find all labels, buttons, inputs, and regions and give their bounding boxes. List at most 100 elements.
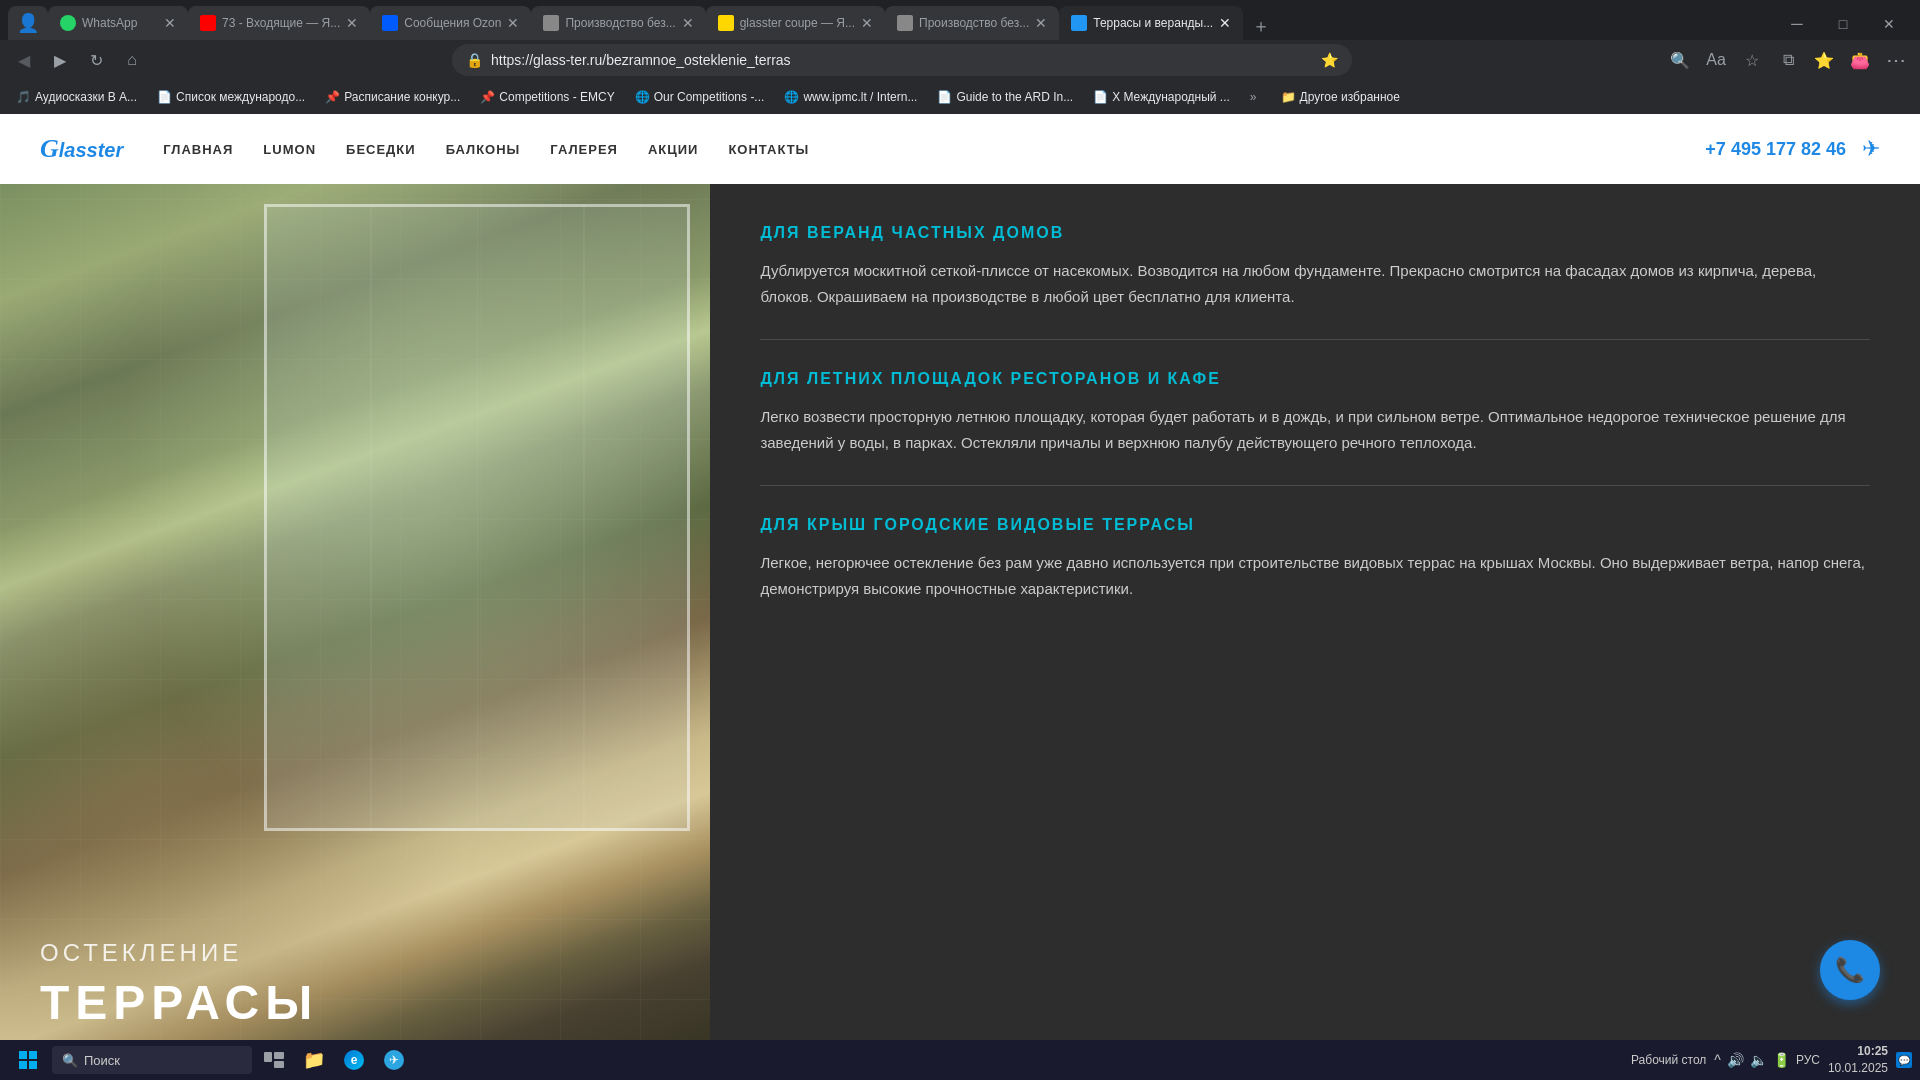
browser-chrome: 👤 WhatsApp ✕ 73 - Входящие — Я... ✕ Сооб… — [0, 0, 1920, 114]
maximize-button[interactable]: □ — [1820, 8, 1866, 40]
forward-button[interactable]: ▶ — [44, 44, 76, 76]
nav-lumon[interactable]: LUMON — [263, 142, 316, 157]
svg-rect-0 — [19, 1051, 27, 1059]
bookmark-ipmc[interactable]: 🌐 www.ipmc.lt / Intern... — [776, 86, 925, 108]
main-content-area: ОСТЕКЛЕНИЕ ТЕРРАСЫ ДЛЯ ВЕРАНД ЧАСТНЫХ ДО… — [0, 184, 1920, 1080]
bookmark-guide[interactable]: 📄 Guide to the ARD In... — [929, 86, 1081, 108]
browser-wallet-icon[interactable]: 👛 — [1844, 44, 1876, 76]
section-title-3: ДЛЯ КРЫШ ГОРОДСКИЕ ВИДОВЫЕ ТЕРРАСЫ — [760, 516, 1870, 534]
tab-close-glasster-ya[interactable]: ✕ — [861, 15, 873, 31]
hero-overlay-text: ОСТЕКЛЕНИЕ ТЕРРАСЫ — [40, 939, 670, 1030]
tab-whatsapp[interactable]: WhatsApp ✕ — [48, 6, 188, 40]
profile-tab[interactable]: 👤 — [8, 6, 48, 40]
hero-title: ТЕРРАСЫ — [40, 975, 670, 1030]
nav-gazebos[interactable]: БЕСЕДКИ — [346, 142, 416, 157]
new-tab-button[interactable]: ＋ — [1247, 12, 1275, 40]
section-private-homes: ДЛЯ ВЕРАНД ЧАСТНЫХ ДОМОВ Дублируется мос… — [760, 224, 1870, 309]
section-text-1: Дублируется москитной сеткой-плиссе от н… — [760, 258, 1870, 309]
taskbar-search-bar[interactable]: 🔍 Поиск — [52, 1046, 252, 1074]
split-view-icon[interactable]: ⧉ — [1772, 44, 1804, 76]
taskbar-edge[interactable]: e — [336, 1042, 372, 1078]
main-nav: ГЛАВНАЯ LUMON БЕСЕДКИ БАЛКОНЫ ГАЛЕРЕЯ АК… — [163, 142, 1705, 157]
tab-close-yandex[interactable]: ✕ — [346, 15, 358, 31]
taskbar-apps: 📁 e ✈ — [256, 1042, 412, 1078]
address-bar[interactable]: 🔒 https://glass-ter.ru/bezramnoe_ostekle… — [452, 44, 1352, 76]
tray-chevron-icon[interactable]: ^ — [1714, 1052, 1721, 1068]
float-call-button[interactable]: 📞 — [1820, 940, 1880, 1000]
site-logo[interactable]: Glasster — [40, 134, 123, 164]
tray-network-icon[interactable]: 🔊 — [1727, 1052, 1744, 1068]
divider-2 — [760, 485, 1870, 486]
svg-rect-2 — [19, 1061, 27, 1069]
tab-close-prod1[interactable]: ✕ — [682, 15, 694, 31]
section-text-2: Легко возвести просторную летнюю площадк… — [760, 404, 1870, 455]
tray-clock[interactable]: 10:25 10.01.2025 — [1828, 1043, 1888, 1077]
bookmark-spisok[interactable]: 📄 Список международо... — [149, 86, 313, 108]
tab-close-whatsapp[interactable]: ✕ — [164, 15, 176, 31]
back-button[interactable]: ◀ — [8, 44, 40, 76]
search-icon-btn[interactable]: 🔍 — [1664, 44, 1696, 76]
section-title-1: ДЛЯ ВЕРАНД ЧАСТНЫХ ДОМОВ — [760, 224, 1870, 242]
tray-icons: ^ 🔊 🔈 🔋 РУС — [1714, 1052, 1820, 1068]
minimize-button[interactable]: ─ — [1774, 8, 1820, 40]
nav-gallery[interactable]: ГАЛЕРЕЯ — [550, 142, 618, 157]
tray-lang[interactable]: РУС — [1796, 1053, 1820, 1067]
hero-image-panel: ОСТЕКЛЕНИЕ ТЕРРАСЫ — [0, 184, 710, 1080]
read-mode-icon[interactable]: Aa — [1700, 44, 1732, 76]
home-button[interactable]: ⌂ — [116, 44, 148, 76]
collections-icon[interactable]: ⭐ — [1808, 44, 1840, 76]
svg-rect-4 — [264, 1052, 272, 1062]
bookmark-mezhdunarodny[interactable]: 📄 X Международный ... — [1085, 86, 1238, 108]
nav-balconies[interactable]: БАЛКОНЫ — [446, 142, 521, 157]
more-menu-icon[interactable]: ⋯ — [1880, 44, 1912, 76]
section-restaurants: ДЛЯ ЛЕТНИХ ПЛОЩАДОК РЕСТОРАНОВ И КАФЕ Ле… — [760, 370, 1870, 455]
tray-label: Рабочий стол — [1631, 1053, 1706, 1067]
divider-1 — [760, 339, 1870, 340]
notification-icon[interactable]: 💬 — [1896, 1052, 1912, 1068]
svg-rect-1 — [29, 1051, 37, 1059]
taskbar-file-explorer[interactable]: 📁 — [296, 1042, 332, 1078]
section-title-2: ДЛЯ ЛЕТНИХ ПЛОЩАДОК РЕСТОРАНОВ И КАФЕ — [760, 370, 1870, 388]
svg-rect-6 — [274, 1061, 284, 1068]
tab-glasster-ya[interactable]: glasster coupe — Я... ✕ — [706, 6, 885, 40]
site-phone[interactable]: +7 495 177 82 46 — [1705, 139, 1846, 160]
favorites-icon[interactable]: ☆ — [1736, 44, 1768, 76]
bookmark-emcy[interactable]: 📌 Competitions - EMCY — [472, 86, 622, 108]
nav-promo[interactable]: АКЦИИ — [648, 142, 699, 157]
nav-home[interactable]: ГЛАВНАЯ — [163, 142, 233, 157]
info-content-panel: ДЛЯ ВЕРАНД ЧАСТНЫХ ДОМОВ Дублируется мос… — [710, 184, 1920, 1080]
tab-close-active[interactable]: ✕ — [1219, 15, 1231, 31]
taskbar-telegram[interactable]: ✈ — [376, 1042, 412, 1078]
tray-volume-icon[interactable]: 🔈 — [1750, 1052, 1767, 1068]
taskbar-task-view[interactable] — [256, 1042, 292, 1078]
svg-rect-5 — [274, 1052, 284, 1059]
section-text-3: Легкое, негорючее остекление без рам уже… — [760, 550, 1870, 601]
address-bar-row: ◀ ▶ ↻ ⌂ 🔒 https://glass-ter.ru/bezramnoe… — [0, 40, 1920, 80]
tab-prod1[interactable]: Производство без... ✕ — [531, 6, 705, 40]
address-text: https://glass-ter.ru/bezramnoe_ostekleni… — [491, 52, 1313, 68]
tab-prod2[interactable]: Производство без... ✕ — [885, 6, 1059, 40]
tab-close-ozon[interactable]: ✕ — [507, 15, 519, 31]
bookmarks-bar: 🎵 Аудиосказки В А... 📄 Список международ… — [0, 80, 1920, 114]
tab-ozon[interactable]: Сообщения Ozon ✕ — [370, 6, 531, 40]
tray-battery-icon[interactable]: 🔋 — [1773, 1052, 1790, 1068]
bookmarks-more-button[interactable]: » — [1242, 86, 1265, 108]
website: Glasster ГЛАВНАЯ LUMON БЕСЕДКИ БАЛКОНЫ Г… — [0, 114, 1920, 1080]
taskbar-search-text: Поиск — [84, 1053, 120, 1068]
nav-contacts[interactable]: КОНТАКТЫ — [728, 142, 809, 157]
bookmark-raspisanie[interactable]: 📌 Расписание конкур... — [317, 86, 468, 108]
tab-yandex[interactable]: 73 - Входящие — Я... ✕ — [188, 6, 370, 40]
close-button[interactable]: ✕ — [1866, 8, 1912, 40]
telegram-icon[interactable]: ✈ — [1862, 136, 1880, 162]
bookmark-competitions[interactable]: 🌐 Our Competitions -... — [627, 86, 773, 108]
reload-button[interactable]: ↻ — [80, 44, 112, 76]
tab-active-terrace[interactable]: Террасы и веранды... ✕ — [1059, 6, 1243, 40]
site-nav: Glasster ГЛАВНАЯ LUMON БЕСЕДКИ БАЛКОНЫ Г… — [0, 114, 1920, 184]
phone-icon: 📞 — [1835, 956, 1865, 984]
start-button[interactable] — [8, 1040, 48, 1080]
hero-subtitle: ОСТЕКЛЕНИЕ — [40, 939, 670, 967]
bookmark-folder-other[interactable]: 📁 Другое избранное — [1273, 86, 1408, 108]
section-rooftop: ДЛЯ КРЫШ ГОРОДСКИЕ ВИДОВЫЕ ТЕРРАСЫ Легко… — [760, 516, 1870, 601]
tab-close-prod2[interactable]: ✕ — [1035, 15, 1047, 31]
bookmark-audioskazki[interactable]: 🎵 Аудиосказки В А... — [8, 86, 145, 108]
